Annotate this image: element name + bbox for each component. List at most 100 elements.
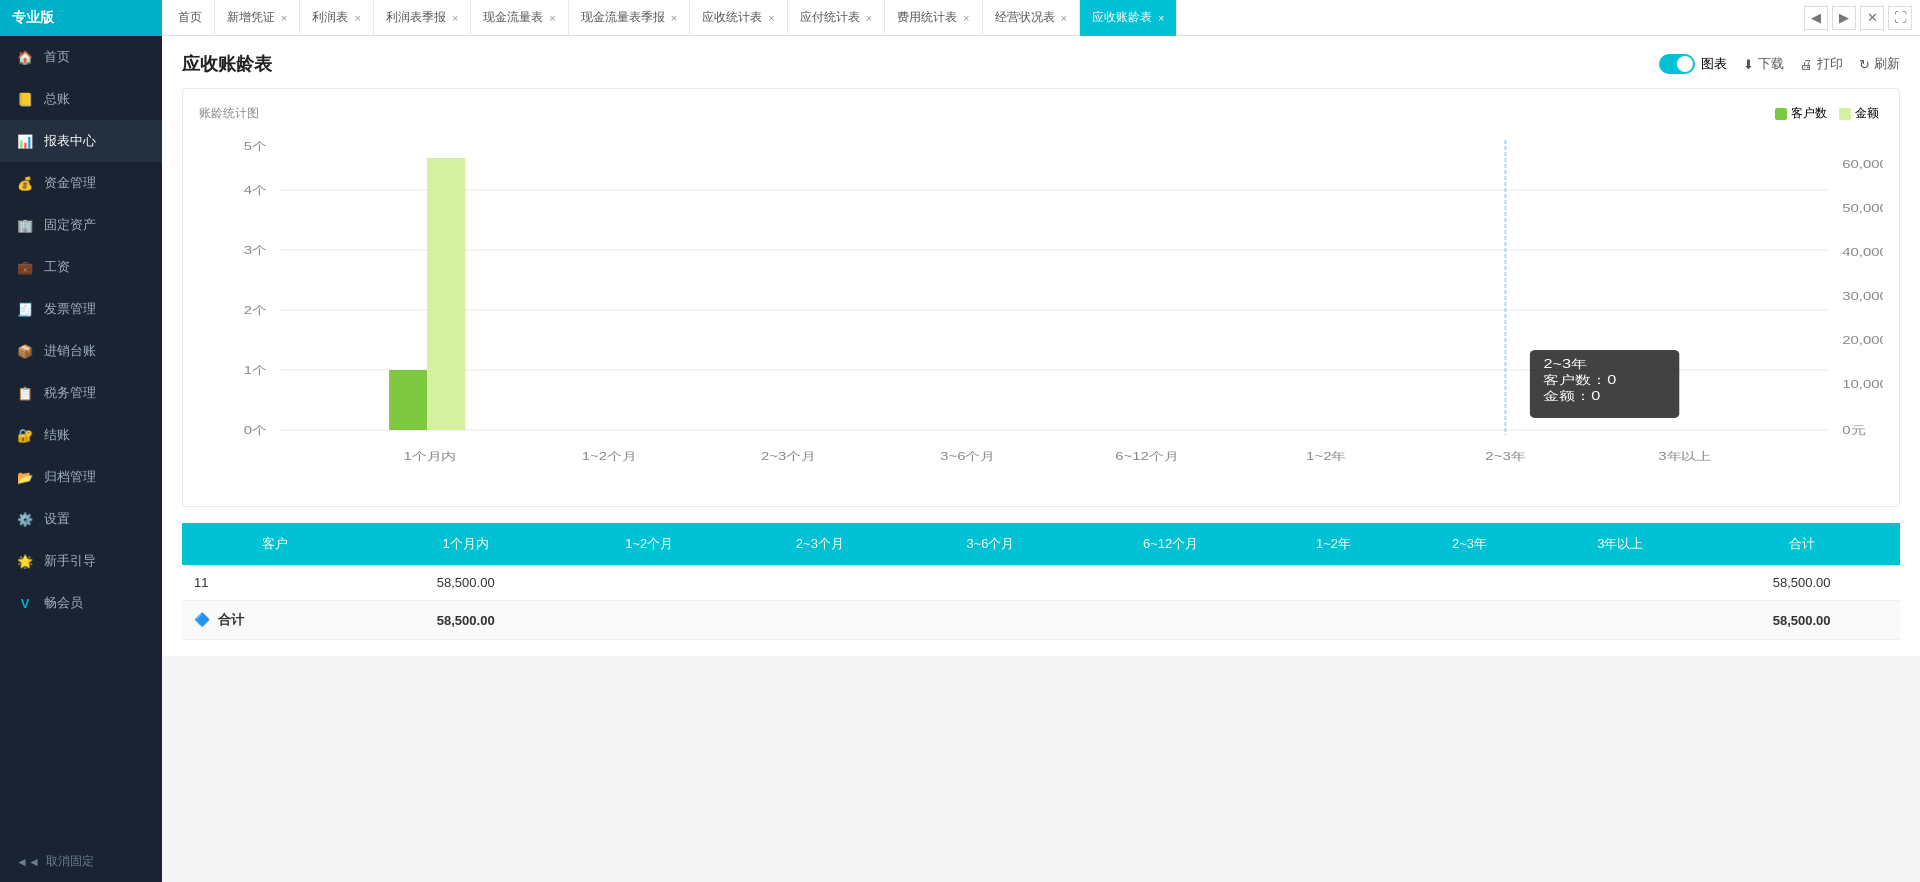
tab-business-stat[interactable]: 经营状况表 ×	[983, 0, 1080, 36]
tab-profit-season-close[interactable]: ×	[452, 12, 458, 24]
col-m23: 2~3个月	[735, 523, 906, 565]
chart-svg-container: 0个 1个 2个 3个 4个 5个 0元 10,000.00元 20,000.0…	[199, 130, 1883, 490]
bar-customer-0[interactable]	[389, 370, 427, 430]
tab-cashflow-season[interactable]: 现金流量表季报 ×	[569, 0, 690, 36]
sidebar-item-guide[interactable]: 🌟 新手引导	[0, 540, 162, 582]
tab-ap-stat[interactable]: 应付统计表 ×	[788, 0, 885, 36]
tab-ar-stat-close[interactable]: ×	[768, 12, 774, 24]
col-y23: 2~3年	[1402, 523, 1538, 565]
total-m12	[564, 601, 735, 640]
archive-icon: 📂	[16, 468, 34, 486]
sidebar-item-member[interactable]: V 畅会员	[0, 582, 162, 624]
table-header-row: 客户 1个月内 1~2个月 2~3个月 3~6个月 6~12个月 1~2年 2~…	[182, 523, 1900, 565]
total-label: 🔷 合计	[182, 601, 367, 640]
cell-y3plus	[1538, 565, 1704, 601]
toolbar-right: 图表 ⬇ 下载 🖨 打印 ↻ 刷新	[1659, 54, 1900, 74]
refresh-button[interactable]: ↻ 刷新	[1859, 55, 1900, 73]
total-y12	[1266, 601, 1402, 640]
tab-ar-aging-close[interactable]: ×	[1158, 12, 1164, 24]
salary-icon: 💼	[16, 258, 34, 276]
legend-customer: 客户数	[1775, 105, 1827, 122]
sidebar-item-home[interactable]: 🏠 首页	[0, 36, 162, 78]
tab-prev-button[interactable]: ◀	[1804, 6, 1828, 30]
page-title: 应收账龄表	[182, 52, 1659, 76]
col-m612: 6~12个月	[1076, 523, 1266, 565]
invoice-icon: 🧾	[16, 300, 34, 318]
report-icon: 📊	[16, 132, 34, 150]
sidebar-item-archive[interactable]: 📂 归档管理	[0, 456, 162, 498]
svg-text:2~3个月: 2~3个月	[761, 450, 816, 463]
tab-expense-stat-close[interactable]: ×	[963, 12, 969, 24]
cell-m36	[905, 565, 1076, 601]
tab-ar-stat[interactable]: 应收统计表 ×	[690, 0, 787, 36]
print-button[interactable]: 🖨 打印	[1800, 55, 1843, 73]
cell-y12	[1266, 565, 1402, 601]
cell-m612	[1076, 565, 1266, 601]
toggle-track[interactable]	[1659, 54, 1695, 74]
table-row: 11 58,500.00 58,500.00	[182, 565, 1900, 601]
svg-text:50,000.00元: 50,000.00元	[1842, 202, 1883, 215]
svg-text:5个: 5个	[244, 140, 267, 153]
tab-voucher-close[interactable]: ×	[281, 12, 287, 24]
tab-next-button[interactable]: ▶	[1832, 6, 1856, 30]
ledger-icon: 📒	[16, 90, 34, 108]
page-title-bar: 应收账龄表 图表 ⬇ 下载 🖨 打印	[182, 52, 1900, 76]
svg-text:3个: 3个	[244, 244, 267, 257]
tax-icon: 📋	[16, 384, 34, 402]
chart-toggle[interactable]: 图表	[1659, 54, 1727, 74]
bar-amount-0[interactable]	[427, 158, 465, 430]
svg-text:40,000.00元: 40,000.00元	[1842, 246, 1883, 259]
download-icon: ⬇	[1743, 57, 1754, 72]
print-icon: 🖨	[1800, 57, 1813, 72]
col-m12: 1~2个月	[564, 523, 735, 565]
sidebar-item-tax[interactable]: 📋 税务管理	[0, 372, 162, 414]
sidebar-item-invoice[interactable]: 🧾 发票管理	[0, 288, 162, 330]
cell-m1: 58,500.00	[367, 565, 564, 601]
tab-profit-season[interactable]: 利润表季报 ×	[374, 0, 471, 36]
download-button[interactable]: ⬇ 下载	[1743, 55, 1784, 73]
settings-icon: ⚙️	[16, 510, 34, 528]
sidebar-item-close[interactable]: 🔐 结账	[0, 414, 162, 456]
cell-customer: 11	[182, 565, 367, 601]
total-icon: 🔷	[194, 612, 210, 627]
sidebar-item-fund[interactable]: 💰 资金管理	[0, 162, 162, 204]
home-icon: 🏠	[16, 48, 34, 66]
tab-profit[interactable]: 利润表 ×	[300, 0, 373, 36]
sidebar-logo: 专业版	[0, 0, 162, 36]
svg-text:3年以上: 3年以上	[1658, 450, 1711, 463]
tab-expense-stat[interactable]: 费用统计表 ×	[885, 0, 982, 36]
tab-ap-stat-close[interactable]: ×	[866, 12, 872, 24]
tab-home[interactable]: 首页	[166, 0, 215, 36]
unpin-button[interactable]: ◄◄ 取消固定	[0, 841, 162, 882]
total-m36	[905, 601, 1076, 640]
tab-cashflow-season-close[interactable]: ×	[671, 12, 677, 24]
sidebar: 专业版 🏠 首页 📒 总账 📊 报表中心 💰 资金管理 🏢 固定资产 💼 工资 …	[0, 0, 162, 882]
table-total-row: 🔷 合计 58,500.00 58,500.00	[182, 601, 1900, 640]
svg-text:客户数：0: 客户数：0	[1543, 373, 1616, 386]
tab-expand-button[interactable]: ⛶	[1888, 6, 1912, 30]
tab-business-stat-close[interactable]: ×	[1061, 12, 1067, 24]
sidebar-item-salary[interactable]: 💼 工资	[0, 246, 162, 288]
svg-text:10,000.00元: 10,000.00元	[1842, 378, 1883, 391]
main-content: 首页 新增凭证 × 利润表 × 利润表季报 × 现金流量表 × 现金流量表季报 …	[162, 0, 1920, 882]
total-m612	[1076, 601, 1266, 640]
svg-text:1个: 1个	[244, 364, 267, 377]
tab-cashflow-close[interactable]: ×	[549, 12, 555, 24]
fund-icon: 💰	[16, 174, 34, 192]
tab-close-button[interactable]: ✕	[1860, 6, 1884, 30]
tab-ar-aging[interactable]: 应收账龄表 ×	[1080, 0, 1177, 36]
tab-bar: 首页 新增凭证 × 利润表 × 利润表季报 × 现金流量表 × 现金流量表季报 …	[162, 0, 1920, 36]
sidebar-item-asset[interactable]: 🏢 固定资产	[0, 204, 162, 246]
tab-cashflow[interactable]: 现金流量表 ×	[471, 0, 568, 36]
sidebar-item-settings[interactable]: ⚙️ 设置	[0, 498, 162, 540]
tab-profit-close[interactable]: ×	[354, 12, 360, 24]
sidebar-item-report[interactable]: 📊 报表中心	[0, 120, 162, 162]
sidebar-item-ledger[interactable]: 📒 总账	[0, 78, 162, 120]
chart-label: 图表	[1701, 55, 1727, 73]
col-y3plus: 3年以上	[1538, 523, 1704, 565]
tab-voucher[interactable]: 新增凭证 ×	[215, 0, 300, 36]
sidebar-item-sales[interactable]: 📦 进销台账	[0, 330, 162, 372]
svg-text:金额：0: 金额：0	[1543, 389, 1600, 402]
data-table: 客户 1个月内 1~2个月 2~3个月 3~6个月 6~12个月 1~2年 2~…	[182, 523, 1900, 640]
col-m36: 3~6个月	[905, 523, 1076, 565]
